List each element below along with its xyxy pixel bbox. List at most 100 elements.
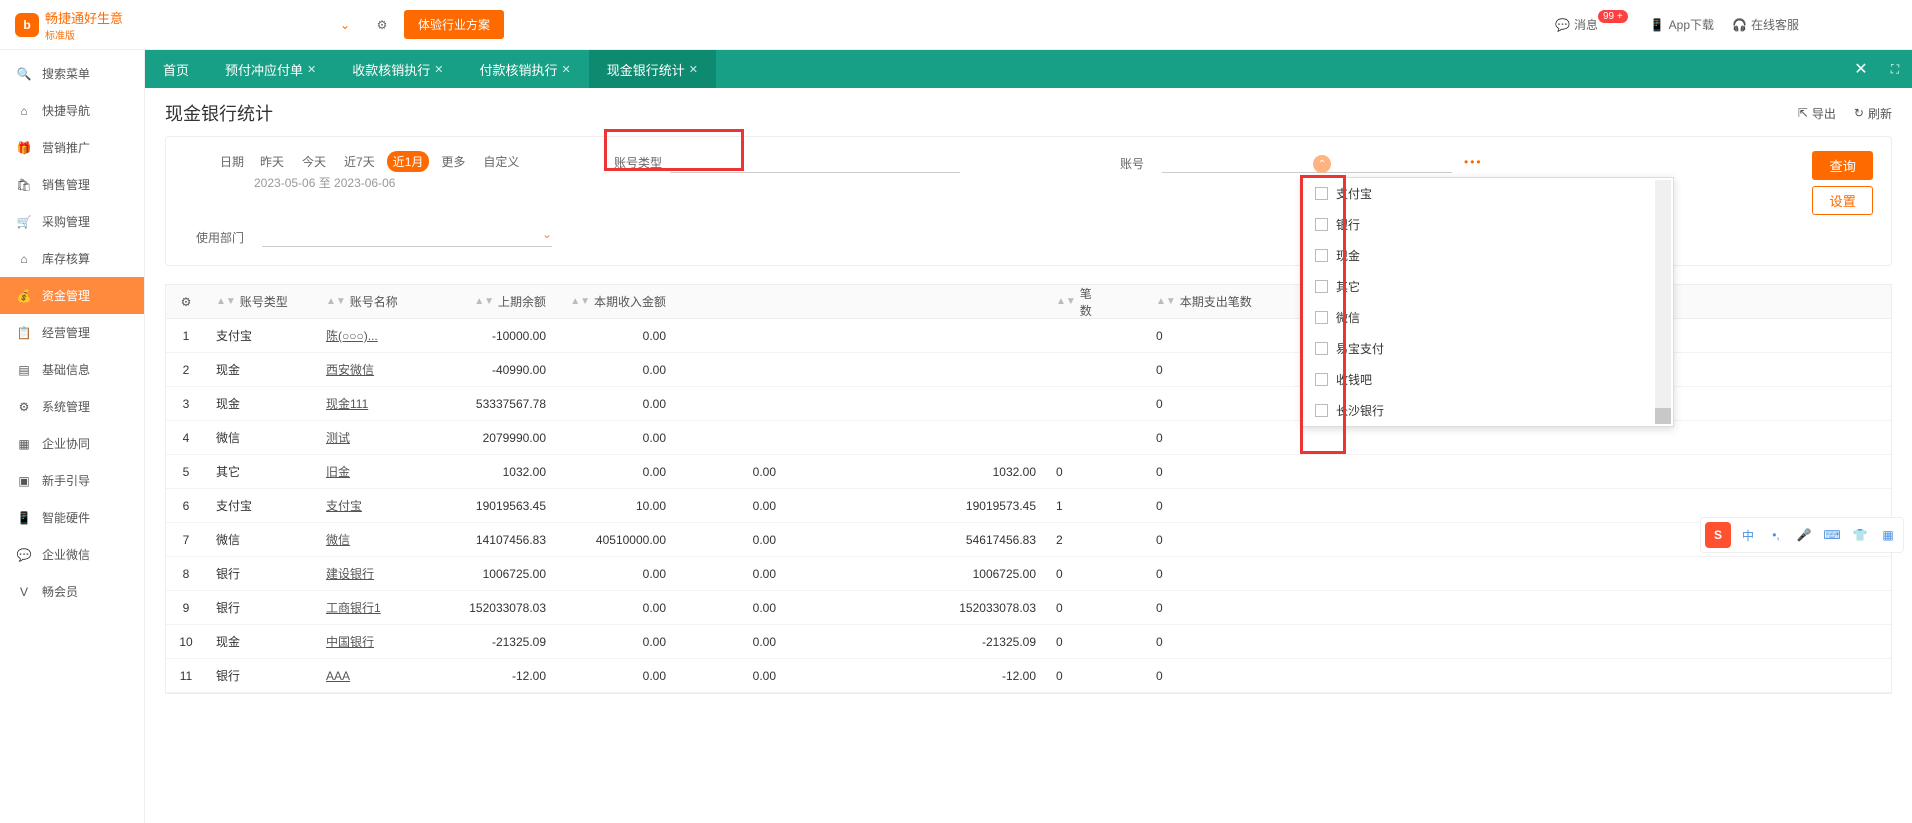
account-link[interactable]: 现金111: [326, 397, 368, 411]
account-link[interactable]: 陈(○○○)...: [326, 329, 378, 343]
date-label: 日期: [184, 151, 254, 170]
account-link[interactable]: 工商银行1: [326, 601, 381, 615]
logo-name: 畅捷通好生意: [45, 8, 123, 27]
date-chip[interactable]: 今天: [296, 151, 332, 172]
date-chip[interactable]: 更多: [435, 151, 471, 172]
checkbox[interactable]: [1315, 373, 1328, 386]
dropdown-scrollbar[interactable]: [1655, 180, 1671, 424]
dropdown-option[interactable]: 支付宝: [1303, 178, 1673, 209]
sort-icon[interactable]: ▲▼: [1156, 299, 1176, 304]
sidebar-item[interactable]: ▦企业协同: [0, 425, 144, 462]
phone-icon: 📱: [1650, 18, 1665, 32]
sidebar-item-label: 销售管理: [42, 176, 90, 193]
search-button[interactable]: 查询: [1812, 151, 1873, 180]
tab[interactable]: 预付冲应付单✕: [207, 50, 334, 88]
tab[interactable]: 首页: [145, 50, 207, 88]
dropdown-option[interactable]: 易宝支付: [1303, 333, 1673, 364]
sidebar-item[interactable]: ⌂库存核算: [0, 240, 144, 277]
settings-button[interactable]: 设置: [1812, 186, 1873, 215]
account-link[interactable]: AAA: [326, 669, 350, 683]
account-link[interactable]: 旧金: [326, 465, 350, 479]
account-type-dropdown[interactable]: 支付宝银行现金其它微信易宝支付收钱吧长沙银行: [1302, 177, 1674, 427]
account-input[interactable]: [1162, 151, 1452, 173]
table-settings-button[interactable]: ⚙: [166, 295, 206, 309]
sort-icon[interactable]: ▲▼: [474, 299, 494, 304]
page-title: 现金银行统计: [165, 100, 273, 126]
date-chip[interactable]: 昨天: [254, 151, 290, 172]
ime-tool-icon[interactable]: ▦: [1877, 524, 1899, 546]
tab[interactable]: 付款核销执行✕: [461, 50, 588, 88]
dropdown-option[interactable]: 微信: [1303, 302, 1673, 333]
sidebar-item[interactable]: V畅会员: [0, 573, 144, 610]
sidebar-item-label: 企业微信: [42, 546, 90, 563]
sidebar-item[interactable]: 🛍销售管理: [0, 166, 144, 203]
close-tab-button[interactable]: ✕: [1844, 52, 1878, 86]
support-button[interactable]: 🎧 在线客服: [1732, 16, 1799, 33]
checkbox[interactable]: [1315, 187, 1328, 200]
sort-icon[interactable]: ▲▼: [326, 299, 346, 304]
collapse-filters-button[interactable]: ⌃: [1313, 155, 1331, 173]
account-link[interactable]: 西安微信: [326, 363, 374, 377]
table-row: 8银行建设银行1006725.000.000.001006725.0000: [166, 557, 1891, 591]
close-icon[interactable]: ✕: [562, 63, 571, 76]
dropdown-option[interactable]: 长沙银行: [1303, 395, 1673, 426]
tab[interactable]: 收款核销执行✕: [334, 50, 461, 88]
sort-icon[interactable]: ▲▼: [216, 299, 236, 304]
try-plan-button[interactable]: 体验行业方案: [404, 10, 504, 39]
more-filters-button[interactable]: •••: [1464, 155, 1483, 169]
account-link[interactable]: 测试: [326, 431, 350, 445]
close-icon[interactable]: ✕: [307, 63, 316, 76]
dropdown-option[interactable]: 其它: [1303, 271, 1673, 302]
table-row: 7微信微信14107456.8340510000.000.0054617456.…: [166, 523, 1891, 557]
ime-keyboard-icon[interactable]: ⌨: [1821, 524, 1843, 546]
checkbox[interactable]: [1315, 342, 1328, 355]
ime-logo-icon[interactable]: S: [1705, 522, 1731, 548]
checkbox[interactable]: [1315, 280, 1328, 293]
sidebar-item[interactable]: 💰资金管理: [0, 277, 144, 314]
account-link[interactable]: 建设银行: [326, 567, 374, 581]
messages-button[interactable]: 💬 消息 99 +: [1555, 16, 1632, 33]
close-icon[interactable]: ✕: [689, 63, 698, 76]
sidebar-item[interactable]: ▤基础信息: [0, 351, 144, 388]
refresh-button[interactable]: ↻刷新: [1854, 105, 1892, 122]
export-button[interactable]: ⇱导出: [1798, 105, 1836, 122]
org-selector[interactable]: ⌄: [160, 11, 360, 39]
date-chip[interactable]: 近1月: [387, 151, 430, 172]
sort-icon[interactable]: ▲▼: [1056, 299, 1076, 304]
sidebar-item[interactable]: 📋经营管理: [0, 314, 144, 351]
account-link[interactable]: 中国银行: [326, 635, 374, 649]
checkbox[interactable]: [1315, 311, 1328, 324]
date-chip[interactable]: 自定义: [477, 151, 525, 172]
checkbox[interactable]: [1315, 404, 1328, 417]
dropdown-option[interactable]: 现金: [1303, 240, 1673, 271]
dropdown-option[interactable]: 银行: [1303, 209, 1673, 240]
ime-skin-icon[interactable]: 👕: [1849, 524, 1871, 546]
fullscreen-button[interactable]: ⛶: [1878, 52, 1912, 86]
account-link[interactable]: 微信: [326, 533, 350, 547]
sidebar-item-label: 快捷导航: [42, 102, 90, 119]
sidebar-item[interactable]: ⌂快捷导航: [0, 92, 144, 129]
gear-icon[interactable]: ⚙: [368, 11, 396, 39]
sort-icon[interactable]: ▲▼: [570, 299, 590, 304]
sidebar-item[interactable]: 🎁营销推广: [0, 129, 144, 166]
ime-mic-icon[interactable]: 🎤: [1793, 524, 1815, 546]
sidebar-item[interactable]: 🔍搜索菜单: [0, 55, 144, 92]
ime-lang-button[interactable]: 中: [1737, 524, 1759, 546]
account-type-input[interactable]: [670, 151, 960, 173]
sidebar-item[interactable]: ▣新手引导: [0, 462, 144, 499]
dept-select[interactable]: ⌄: [262, 225, 552, 247]
ime-punct-icon[interactable]: •,: [1765, 524, 1787, 546]
dropdown-option[interactable]: 收钱吧: [1303, 364, 1673, 395]
sidebar-item[interactable]: 💬企业微信: [0, 536, 144, 573]
account-link[interactable]: 支付宝: [326, 499, 362, 513]
checkbox[interactable]: [1315, 249, 1328, 262]
checkbox[interactable]: [1315, 218, 1328, 231]
close-icon[interactable]: ✕: [434, 63, 443, 76]
sidebar-item[interactable]: 📱智能硬件: [0, 499, 144, 536]
sidebar-item[interactable]: ⚙系统管理: [0, 388, 144, 425]
logo: b 畅捷通好生意 标准版: [15, 8, 160, 42]
sidebar-item[interactable]: 🛒采购管理: [0, 203, 144, 240]
app-download-button[interactable]: 📱 App下载: [1650, 16, 1714, 33]
date-chip[interactable]: 近7天: [338, 151, 381, 172]
tab[interactable]: 现金银行统计✕: [589, 50, 716, 88]
